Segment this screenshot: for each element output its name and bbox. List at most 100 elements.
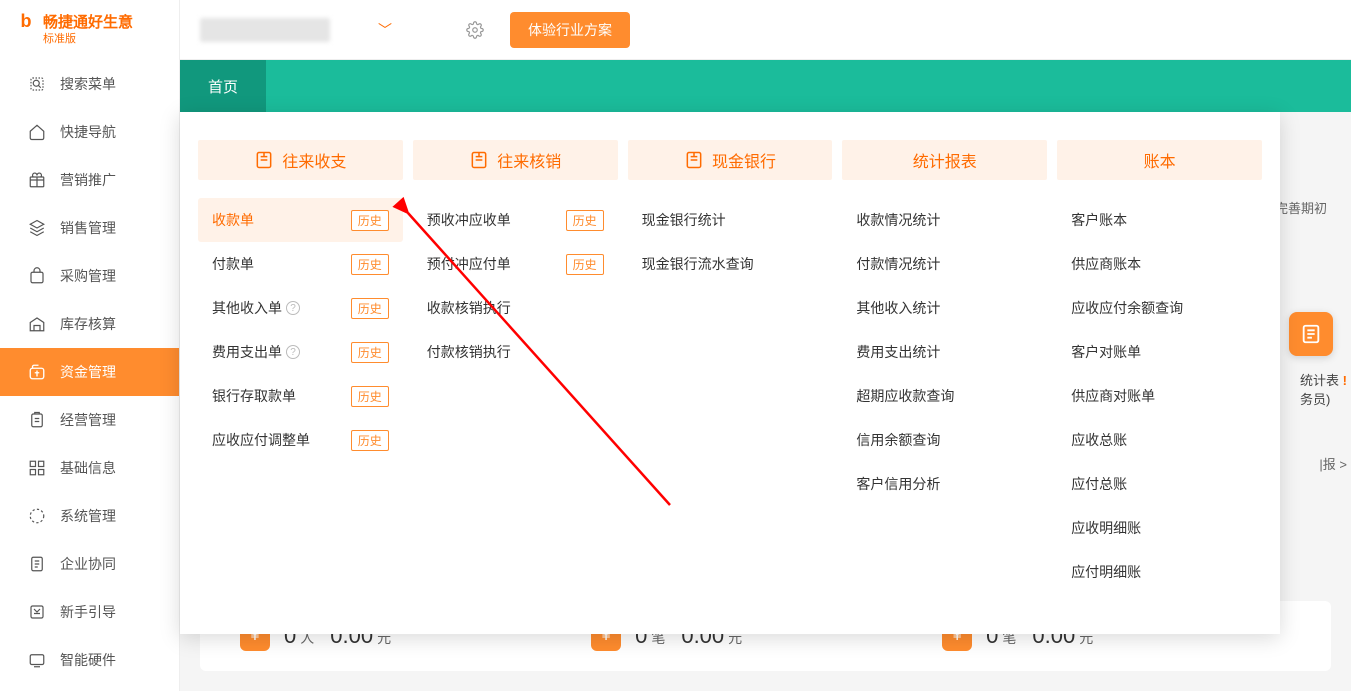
history-button[interactable]: 历史 xyxy=(351,430,389,451)
mega-col-header: 统计报表 xyxy=(842,140,1047,180)
mega-col-header: 现金银行 xyxy=(628,140,833,180)
tv-icon xyxy=(28,651,46,669)
mega-item[interactable]: 收款情况统计 xyxy=(842,198,1047,242)
sidebar-item-gift[interactable]: 营销推广 xyxy=(0,156,179,204)
sidebar-item-grid[interactable]: 基础信息 xyxy=(0,444,179,492)
warehouse-icon xyxy=(28,315,46,333)
sidebar-item-warehouse[interactable]: 库存核算 xyxy=(0,300,179,348)
mega-item[interactable]: 其他收入单? 历史 xyxy=(198,286,403,330)
history-button[interactable]: 历史 xyxy=(351,254,389,275)
logo-text: 畅捷通好生意 xyxy=(43,11,133,32)
tab-bar: 首页 xyxy=(180,60,1351,112)
logo-area: b 畅捷通好生意 标准版 xyxy=(0,0,179,60)
mega-item-label: 现金银行统计 xyxy=(642,210,726,230)
sidebar-item-label: 资金管理 xyxy=(60,362,116,382)
mega-item[interactable]: 现金银行统计 xyxy=(628,198,833,242)
mega-item[interactable]: 付款核销执行 xyxy=(413,330,618,374)
sidebar-item-guide[interactable]: 新手引导 xyxy=(0,588,179,636)
sidebar-item-money[interactable]: 资金管理 xyxy=(0,348,179,396)
history-button[interactable]: 历史 xyxy=(566,254,604,275)
mega-item-label: 银行存取款单 xyxy=(212,386,296,406)
mega-item-label: 费用支出统计 xyxy=(856,342,940,362)
mega-item[interactable]: 费用支出统计 xyxy=(842,330,1047,374)
history-button[interactable]: 历史 xyxy=(351,386,389,407)
mega-item[interactable]: 收款单 历史 xyxy=(198,198,403,242)
sidebar-item-circle[interactable]: 系统管理 xyxy=(0,492,179,540)
mega-item-label: 付款核销执行 xyxy=(427,342,511,362)
mega-col-header: 账本 xyxy=(1057,140,1262,180)
mega-item[interactable]: 超期应收款查询 xyxy=(842,374,1047,418)
mega-item[interactable]: 其他收入统计 xyxy=(842,286,1047,330)
mega-item-label: 应收应付余额查询 xyxy=(1071,298,1183,318)
cta-button[interactable]: 体验行业方案 xyxy=(510,12,630,48)
sidebar-item-bag[interactable]: 采购管理 xyxy=(0,252,179,300)
mega-item-label: 信用余额查询 xyxy=(856,430,940,450)
grid-icon xyxy=(28,459,46,477)
history-button[interactable]: 历史 xyxy=(351,210,389,231)
mega-col-header: 往来收支 xyxy=(198,140,403,180)
sidebar-item-home[interactable]: 快捷导航 xyxy=(0,108,179,156)
mega-item[interactable]: 供应商账本 xyxy=(1057,242,1262,286)
tab-home[interactable]: 首页 xyxy=(180,60,266,112)
sidebar-item-tv[interactable]: 智能硬件 xyxy=(0,636,179,684)
sidebar-item-search[interactable]: 搜索菜单 xyxy=(0,60,179,108)
org-name-blurred xyxy=(200,18,330,42)
sidebar-item-label: 经营管理 xyxy=(60,410,116,430)
mega-item-label: 预付冲应付单 xyxy=(427,254,511,274)
mega-menu: 往来收支 收款单 历史 付款单 历史 其他收入单? 历史 费用支出单? 历史 银… xyxy=(180,112,1280,634)
logo-icon: b xyxy=(15,10,37,32)
help-icon[interactable]: ? xyxy=(286,301,300,315)
mega-item[interactable]: 付款情况统计 xyxy=(842,242,1047,286)
mega-item[interactable]: 应收应付余额查询 xyxy=(1057,286,1262,330)
mega-item-label: 供应商账本 xyxy=(1071,254,1141,274)
right-text-2: 统计表 ! 务员) xyxy=(1300,370,1347,408)
mega-item[interactable]: 收款核销执行 xyxy=(413,286,618,330)
mega-item[interactable]: 客户信用分析 xyxy=(842,462,1047,506)
sidebar-item-label: 新手引导 xyxy=(60,602,116,622)
chevron-down-icon: ﹀ xyxy=(378,20,392,40)
sidebar-item-label: 库存核算 xyxy=(60,314,116,334)
mega-item[interactable]: 费用支出单? 历史 xyxy=(198,330,403,374)
doc-icon xyxy=(28,555,46,573)
mega-item-label: 客户信用分析 xyxy=(856,474,940,494)
mega-item[interactable]: 客户账本 xyxy=(1057,198,1262,242)
mega-item-label: 超期应收款查询 xyxy=(856,386,954,406)
sidebar-item-label: 智能硬件 xyxy=(60,650,116,670)
mega-item-label: 其他收入单? xyxy=(212,298,300,318)
right-text-3: |报 > xyxy=(1319,454,1347,473)
mega-item[interactable]: 应付总账 xyxy=(1057,462,1262,506)
mega-item[interactable]: 供应商对账单 xyxy=(1057,374,1262,418)
sidebar-item-doc[interactable]: 企业协同 xyxy=(0,540,179,588)
mega-item[interactable]: 银行存取款单 历史 xyxy=(198,374,403,418)
mega-item[interactable]: 客户对账单 xyxy=(1057,330,1262,374)
mega-item[interactable]: 付款单 历史 xyxy=(198,242,403,286)
mega-col-0: 往来收支 收款单 历史 付款单 历史 其他收入单? 历史 费用支出单? 历史 银… xyxy=(198,140,403,594)
mega-col-2: 现金银行 现金银行统计 现金银行流水查询 xyxy=(628,140,833,594)
floating-action-button[interactable] xyxy=(1289,312,1333,356)
sidebar-item-clipboard[interactable]: 经营管理 xyxy=(0,396,179,444)
mega-item[interactable]: 现金银行流水查询 xyxy=(628,242,833,286)
mega-col-1: 往来核销 预收冲应收单 历史 预付冲应付单 历史 收款核销执行 付款核销执行 xyxy=(413,140,618,594)
mega-item[interactable]: 信用余额查询 xyxy=(842,418,1047,462)
sidebar-item-label: 快捷导航 xyxy=(60,122,116,142)
mega-item[interactable]: 预付冲应付单 历史 xyxy=(413,242,618,286)
gear-icon[interactable] xyxy=(462,17,488,43)
history-button[interactable]: 历史 xyxy=(566,210,604,231)
mega-item[interactable]: 应收明细账 xyxy=(1057,506,1262,550)
org-selector[interactable]: ﹀ xyxy=(200,18,440,42)
mega-item[interactable]: 应付明细账 xyxy=(1057,550,1262,594)
mega-item[interactable]: 预收冲应收单 历史 xyxy=(413,198,618,242)
sidebar-item-label: 营销推广 xyxy=(60,170,116,190)
mega-item-label: 预收冲应收单 xyxy=(427,210,511,230)
mega-item-label: 费用支出单? xyxy=(212,342,300,362)
sidebar-item-label: 企业协同 xyxy=(60,554,116,574)
mega-item[interactable]: 应收总账 xyxy=(1057,418,1262,462)
sidebar-item-label: 搜索菜单 xyxy=(60,74,116,94)
sidebar-item-cart[interactable]: 销售管理 xyxy=(0,204,179,252)
history-button[interactable]: 历史 xyxy=(351,342,389,363)
help-icon[interactable]: ? xyxy=(286,345,300,359)
mega-item[interactable]: 应收应付调整单 历史 xyxy=(198,418,403,462)
header: ﹀ 体验行业方案 xyxy=(180,0,1351,60)
history-button[interactable]: 历史 xyxy=(351,298,389,319)
mega-item-label: 收款情况统计 xyxy=(856,210,940,230)
